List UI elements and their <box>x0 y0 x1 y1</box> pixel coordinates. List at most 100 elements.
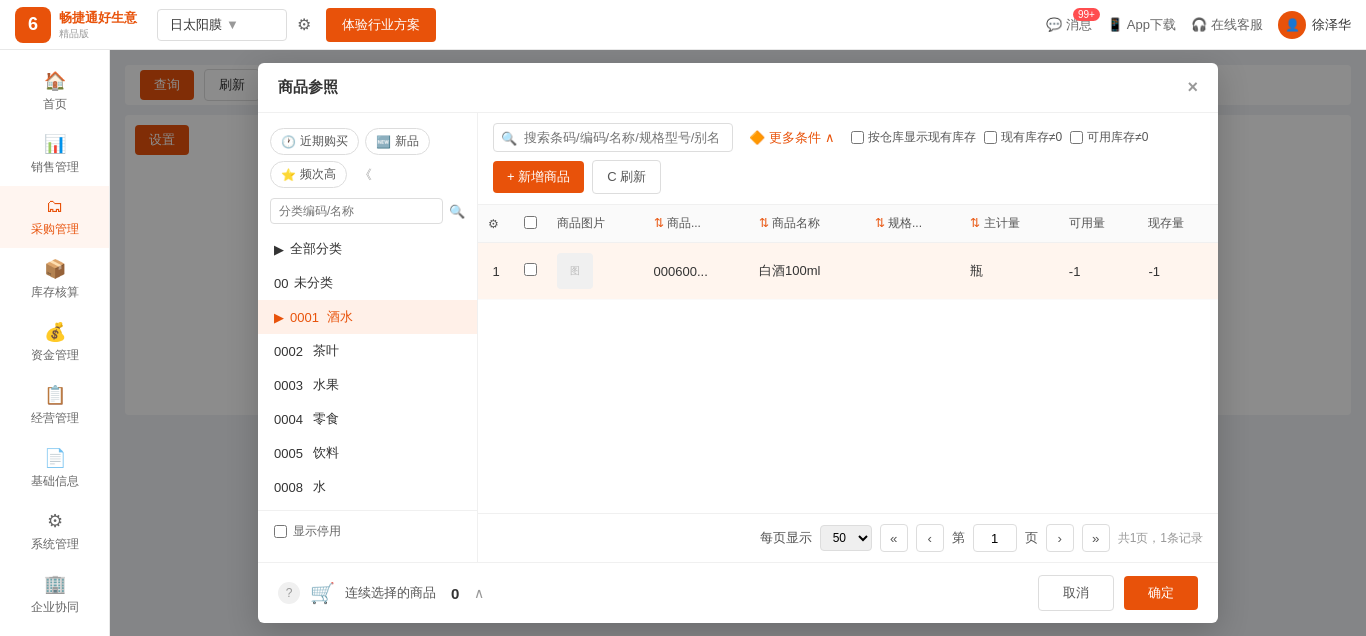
sidebar-label-basic-info: 基础信息 <box>31 473 79 490</box>
th-checkbox[interactable] <box>514 205 547 243</box>
user-area[interactable]: 👤 徐泽华 <box>1278 11 1351 39</box>
sidebar-item-home[interactable]: 🏠 首页 <box>0 60 109 123</box>
th-product-code[interactable]: ⇅ 商品... <box>644 205 749 243</box>
th-product-name[interactable]: ⇅ 商品名称 <box>749 205 865 243</box>
top-navigation: 6 畅捷通好生意 精品版 日太阳膜 ▼ ⚙ 体验行业方案 💬 消息 99+ 📱 … <box>0 0 1366 50</box>
sidebar-item-inventory[interactable]: 📦 库存核算 <box>0 248 109 311</box>
th-product-unit[interactable]: ⇅ 主计量 <box>960 205 1059 243</box>
cart-icon: 🛒 <box>310 582 335 604</box>
collapse-footer-btn[interactable]: ∧ <box>474 585 484 601</box>
selected-count-badge: 0 <box>451 585 459 602</box>
warehouse-inventory-label: 按仓库显示现有库存 <box>868 129 976 146</box>
frequent-label: 频次高 <box>300 166 336 183</box>
logo-sub: 精品版 <box>59 27 137 41</box>
checkbox-available-inventory[interactable]: 可用库存≠0 <box>1070 129 1148 146</box>
logo-area: 6 畅捷通好生意 精品版 <box>15 7 137 43</box>
sidebar-item-purchase[interactable]: 🗂 采购管理 <box>0 186 109 248</box>
purchase-icon: 🗂 <box>46 196 64 217</box>
sales-icon: 📊 <box>44 133 66 155</box>
cancel-button[interactable]: 取消 <box>1038 575 1114 611</box>
th-available: 可用量 <box>1059 205 1139 243</box>
page-number-input[interactable] <box>973 524 1017 552</box>
product-search-input[interactable] <box>493 123 733 152</box>
sort-name-icon: ⇅ <box>759 216 769 230</box>
cat-0004-name: 零食 <box>313 410 339 428</box>
show-disabled-checkbox[interactable] <box>274 525 287 538</box>
finance-icon: 💰 <box>44 321 66 343</box>
frequent-btn[interactable]: ⭐ 频次高 <box>270 161 347 188</box>
new-product-btn[interactable]: 🆕 新品 <box>365 128 430 155</box>
last-page-btn[interactable]: » <box>1082 524 1110 552</box>
logo-icon: 6 <box>15 7 51 43</box>
sidebar-item-enterprise[interactable]: 🏢 企业协同 <box>0 563 109 626</box>
per-page-select[interactable]: 50 <box>820 525 872 551</box>
gear-icon[interactable]: ⚙ <box>297 15 311 34</box>
existing-inventory-checkbox[interactable] <box>984 131 997 144</box>
store-selector[interactable]: 日太阳膜 ▼ <box>157 9 287 41</box>
category-0003[interactable]: 0003 水果 <box>258 368 477 402</box>
total-info: 共1页，1条记录 <box>1118 530 1203 547</box>
confirm-button[interactable]: 确定 <box>1124 576 1198 610</box>
available-inventory-checkbox[interactable] <box>1070 131 1083 144</box>
refresh-table-btn[interactable]: C 刷新 <box>592 160 661 194</box>
sidebar-item-guide[interactable]: ✨ 新手引导 <box>0 626 109 636</box>
category-0001[interactable]: ▶ 0001 酒水 <box>258 300 477 334</box>
sidebar-item-finance[interactable]: 💰 资金管理 <box>0 311 109 374</box>
recent-purchase-btn[interactable]: 🕐 近期购买 <box>270 128 359 155</box>
category-0005[interactable]: 0005 饮料 <box>258 436 477 470</box>
sidebar-item-basic-info[interactable]: 📄 基础信息 <box>0 437 109 500</box>
show-disabled-row[interactable]: 显示停用 <box>258 510 477 552</box>
category-0002[interactable]: 0002 茶叶 <box>258 334 477 368</box>
help-button[interactable]: ? <box>278 582 300 604</box>
prev-page-btn[interactable]: ‹ <box>916 524 944 552</box>
sidebar-label-enterprise: 企业协同 <box>31 599 79 616</box>
category-all[interactable]: ▶ 全部分类 <box>258 232 477 266</box>
table-row[interactable]: 1 图 000600... 白酒100ml <box>478 243 1218 300</box>
sidebar-label-finance: 资金管理 <box>31 347 79 364</box>
sidebar-label-purchase: 采购管理 <box>31 221 79 238</box>
th-settings[interactable]: ⚙ <box>478 205 514 243</box>
first-page-btn[interactable]: « <box>880 524 908 552</box>
cat-0004-code: 0004 <box>274 412 303 427</box>
th-product-spec[interactable]: ⇅ 规格... <box>865 205 961 243</box>
category-search-icon[interactable]: 🔍 <box>449 204 465 219</box>
row-select-checkbox[interactable] <box>524 263 537 276</box>
sidebar-item-sales[interactable]: 📊 销售管理 <box>0 123 109 186</box>
add-product-btn[interactable]: + 新增商品 <box>493 161 584 193</box>
select-all-checkbox[interactable] <box>524 216 537 229</box>
message-button[interactable]: 💬 消息 99+ <box>1046 16 1092 34</box>
category-list: ▶ 全部分类 00 未分类 ▶ 0001 酒水 <box>258 232 477 510</box>
enterprise-icon: 🏢 <box>44 573 66 595</box>
product-table: ⚙ 商品图片 ⇅ 商品... ⇅ <box>478 205 1218 300</box>
trial-button[interactable]: 体验行业方案 <box>326 8 436 42</box>
modal-close-button[interactable]: × <box>1187 77 1198 98</box>
chevron-up-icon: ∧ <box>825 130 835 145</box>
headset-icon: 🎧 <box>1191 17 1207 32</box>
app-download-button[interactable]: 📱 App下载 <box>1107 16 1176 34</box>
sidebar-item-operations[interactable]: 📋 经营管理 <box>0 374 109 437</box>
product-img-alt: 图 <box>570 264 580 278</box>
customer-service-button[interactable]: 🎧 在线客服 <box>1191 16 1263 34</box>
per-page-label: 每页显示 <box>760 529 812 547</box>
checkbox-existing-inventory[interactable]: 现有库存≠0 <box>984 129 1062 146</box>
warehouse-inventory-checkbox[interactable] <box>851 131 864 144</box>
cat-0008-name: 水 <box>313 478 326 496</box>
modal-title: 商品参照 <box>278 78 338 97</box>
sidebar-item-system[interactable]: ⚙ 系统管理 <box>0 500 109 563</box>
cart-icon-wrap[interactable]: 🛒 <box>310 581 335 605</box>
category-00[interactable]: 00 未分类 <box>258 266 477 300</box>
row-checkbox-cell[interactable] <box>514 243 547 300</box>
cat-0001-code: 0001 <box>290 310 319 325</box>
next-page-btn[interactable]: › <box>1046 524 1074 552</box>
more-filter-btn[interactable]: 🔶 更多条件 ∧ <box>741 124 843 152</box>
message-badge: 99+ <box>1073 8 1100 21</box>
category-all-label: 全部分类 <box>290 240 342 258</box>
category-search-input[interactable] <box>270 198 443 224</box>
new-icon: 🆕 <box>376 135 391 149</box>
checkbox-warehouse-inventory[interactable]: 按仓库显示现有库存 <box>851 129 976 146</box>
category-0004[interactable]: 0004 零食 <box>258 402 477 436</box>
collapse-panel-btn[interactable]: 《 <box>353 163 377 187</box>
logo-title: 畅捷通好生意 <box>59 9 137 27</box>
modal-overlay: 商品参照 × 🕐 近期购买 🆕 <box>110 50 1366 636</box>
category-0008[interactable]: 0008 水 <box>258 470 477 504</box>
